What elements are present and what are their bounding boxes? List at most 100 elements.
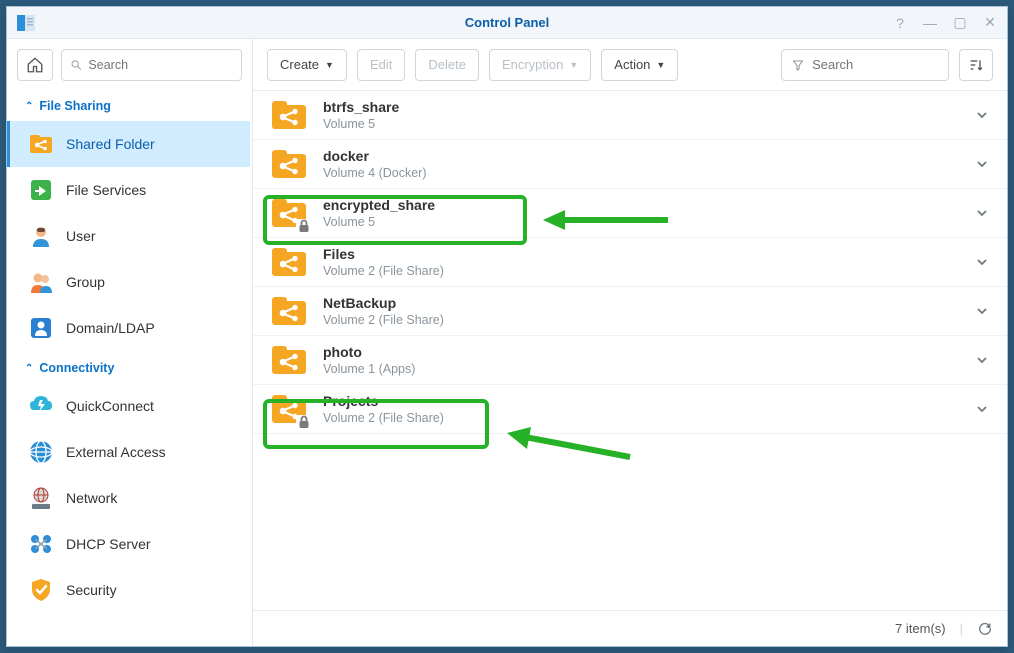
chevron-down-icon[interactable] [975, 353, 989, 367]
quickconnect-icon [28, 393, 54, 419]
help-button[interactable]: ? [891, 15, 909, 31]
chevron-down-icon[interactable] [975, 255, 989, 269]
external-access-icon [28, 439, 54, 465]
sidebar-item-security[interactable]: Security [7, 567, 250, 613]
sidebar-item-group[interactable]: Group [7, 259, 250, 305]
app-icon [15, 12, 37, 34]
section-label: Connectivity [39, 361, 114, 375]
refresh-button[interactable] [977, 621, 993, 637]
item-count: 7 item(s) [895, 621, 946, 636]
folder-row-text: dockerVolume 4 (Docker) [323, 148, 975, 180]
folder-list: btrfs_share Volume 5 dockerVolume 4 (Docke… [253, 91, 1007, 610]
file-services-icon [28, 177, 54, 203]
filter-input[interactable] [812, 57, 938, 72]
folder-row-text: btrfs_share Volume 5 [323, 99, 975, 131]
dhcp-server-icon [28, 531, 54, 557]
folder-name: Files [323, 246, 975, 262]
sidebar-item-external-access[interactable]: External Access [7, 429, 250, 475]
folder-row[interactable]: dockerVolume 4 (Docker) [253, 140, 1007, 189]
titlebar: Control Panel ? — ▢ ✕ [7, 7, 1007, 39]
delete-button[interactable]: Delete [415, 49, 479, 81]
security-icon [28, 577, 54, 603]
edit-button[interactable]: Edit [357, 49, 405, 81]
folder-row[interactable]: NetBackupVolume 2 (File Share) [253, 287, 1007, 336]
sidebar-item-user[interactable]: User [7, 213, 250, 259]
button-label: Encryption [502, 57, 563, 72]
create-button[interactable]: Create ▼ [267, 49, 347, 81]
sidebar-item-shared-folder[interactable]: Shared Folder [7, 121, 250, 167]
folder-name: Projects [323, 393, 975, 409]
sidebar-item-domain-ldap[interactable]: Domain/LDAP [7, 305, 250, 351]
chevron-down-icon[interactable] [975, 108, 989, 122]
caret-down-icon: ▼ [569, 60, 578, 70]
sidebar-item-label: Security [66, 582, 117, 598]
sort-button[interactable] [959, 49, 993, 81]
maximize-button[interactable]: ▢ [951, 14, 969, 31]
network-icon [28, 485, 54, 511]
sidebar-search[interactable] [61, 49, 242, 81]
share-folder-icon [271, 295, 307, 327]
statusbar: 7 item(s) | [253, 610, 1007, 646]
button-label: Edit [370, 57, 392, 72]
sidebar-top [7, 39, 252, 89]
funnel-icon [792, 58, 804, 72]
caret-down-icon: ▼ [656, 60, 665, 70]
lock-icon [296, 415, 312, 429]
sidebar-item-quickconnect[interactable]: QuickConnect [7, 383, 250, 429]
folder-volume: Volume 5 [323, 117, 975, 131]
folder-name: btrfs_share [323, 99, 975, 115]
button-label: Delete [428, 57, 466, 72]
share-folder-icon [271, 148, 307, 180]
caret-down-icon: ▼ [325, 60, 334, 70]
chevron-down-icon[interactable] [975, 157, 989, 171]
share-folder-icon [271, 246, 307, 278]
sidebar-item-label: QuickConnect [66, 398, 154, 414]
minimize-button[interactable]: — [921, 15, 939, 31]
chevron-down-icon[interactable] [975, 402, 989, 416]
sidebar-item-label: Domain/LDAP [66, 320, 155, 336]
home-button[interactable] [17, 49, 53, 81]
chevron-down-icon[interactable] [975, 206, 989, 220]
folder-volume: Volume 2 (File Share) [323, 411, 975, 425]
filter-search[interactable] [781, 49, 949, 81]
share-folder-icon [271, 99, 307, 131]
folder-volume: Volume 4 (Docker) [323, 166, 975, 180]
chevron-down-icon[interactable] [975, 304, 989, 318]
sidebar-item-label: Group [66, 274, 105, 290]
group-icon [28, 269, 54, 295]
button-label: Action [614, 57, 650, 72]
sidebar-item-label: File Services [66, 182, 146, 198]
sidebar-item-file-services[interactable]: File Services [7, 167, 250, 213]
folder-row-text: FilesVolume 2 (File Share) [323, 246, 975, 278]
folder-row[interactable]: FilesVolume 2 (File Share) [253, 238, 1007, 287]
folder-row[interactable]: photoVolume 1 (Apps) [253, 336, 1007, 385]
folder-row-text: encrypted_shareVolume 5 [323, 197, 975, 229]
folder-volume: Volume 5 [323, 215, 975, 229]
sort-icon [968, 57, 984, 73]
folder-row-text: Projects Volume 2 (File Share) [323, 393, 975, 425]
sidebar-search-input[interactable] [88, 58, 233, 72]
share-folder-icon [271, 393, 307, 425]
action-button[interactable]: Action ▼ [601, 49, 678, 81]
folder-row[interactable]: Projects Volume 2 (File Share) [253, 385, 1007, 434]
sidebar-item-dhcp-server[interactable]: DHCP Server [7, 521, 250, 567]
user-icon [28, 223, 54, 249]
chevron-up-icon: ⌃ [25, 101, 33, 112]
window-title: Control Panel [7, 15, 1007, 30]
control-panel-window: Control Panel ? — ▢ ✕ ⌃ File [6, 6, 1008, 647]
search-icon [70, 58, 82, 72]
refresh-icon [977, 621, 993, 637]
sidebar-list: ⌃ File Sharing Shared Folder File Servic… [7, 89, 252, 646]
folder-row[interactable]: encrypted_shareVolume 5 [253, 189, 1007, 238]
section-label: File Sharing [39, 99, 111, 113]
main-panel: Create ▼ Edit Delete Encryption ▼ Action… [253, 39, 1007, 646]
folder-row-text: NetBackupVolume 2 (File Share) [323, 295, 975, 327]
chevron-up-icon: ⌃ [25, 363, 33, 374]
folder-row[interactable]: btrfs_share Volume 5 [253, 91, 1007, 140]
sidebar-item-network[interactable]: Network [7, 475, 250, 521]
section-connectivity[interactable]: ⌃ Connectivity [7, 351, 250, 383]
section-file-sharing[interactable]: ⌃ File Sharing [7, 89, 250, 121]
encryption-button[interactable]: Encryption ▼ [489, 49, 591, 81]
toolbar: Create ▼ Edit Delete Encryption ▼ Action… [253, 39, 1007, 91]
close-button[interactable]: ✕ [981, 14, 999, 31]
